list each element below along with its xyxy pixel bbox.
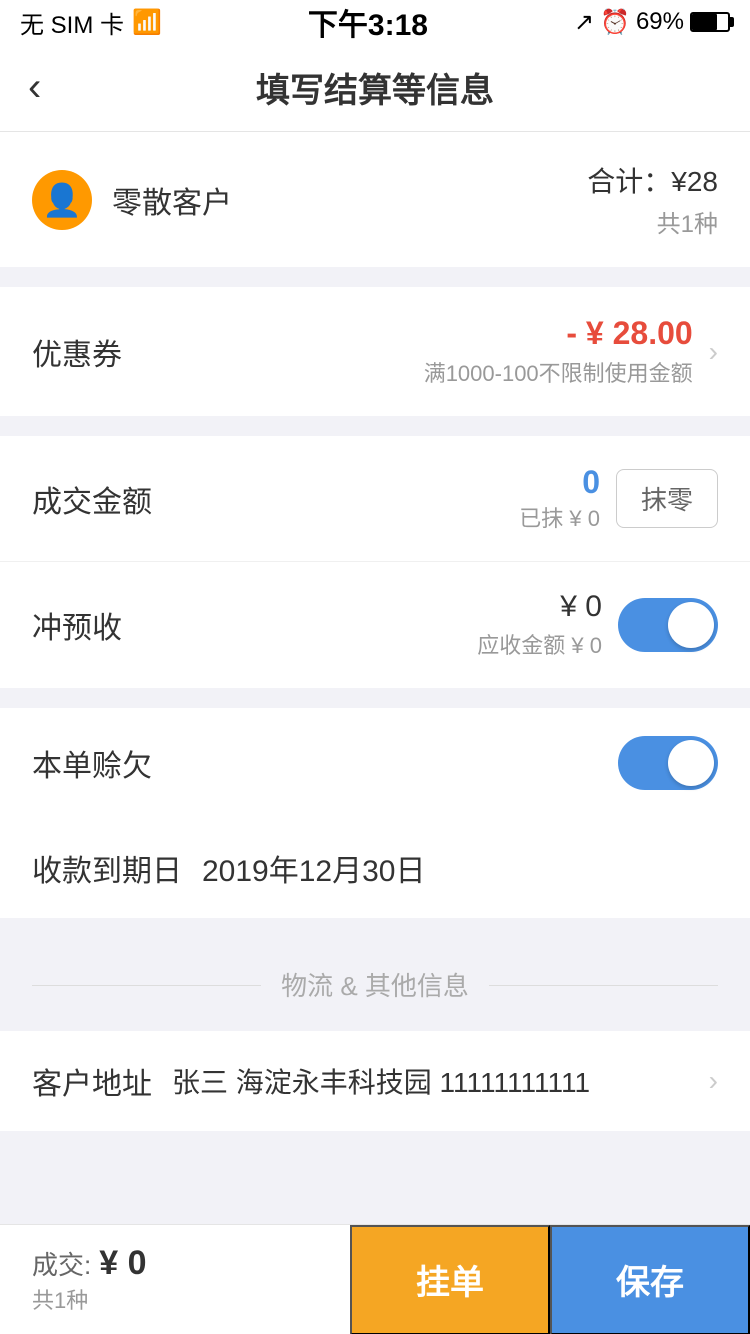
prepay-toggle[interactable]	[618, 598, 718, 652]
back-button[interactable]: ‹	[28, 65, 41, 110]
debt-label: 本单赊欠	[32, 741, 152, 785]
sim-label: 无 SIM 卡	[20, 5, 124, 40]
prepay-receivable: 应收金额 ¥ 0	[477, 628, 602, 660]
page-title: 填写结算等信息	[256, 63, 494, 112]
logistics-label: 物流 & 其他信息	[261, 966, 489, 1003]
address-section: 客户地址 张三 海淀永丰科技园 11111111111 ›	[0, 1031, 750, 1131]
prepay-info: ¥ 0 应收金额 ¥ 0	[477, 590, 602, 660]
debt-toggle-knob	[668, 740, 714, 786]
avatar: 👤	[32, 170, 92, 230]
bottom-count: 共1种	[32, 1283, 318, 1315]
bottom-trade-label: 成交:	[32, 1245, 91, 1282]
prepay-right: ¥ 0 应收金额 ¥ 0	[477, 590, 718, 660]
coupon-info: - ¥ 28.00 满1000-100不限制使用金额	[424, 315, 693, 388]
total-label: 合计：¥28	[587, 160, 718, 200]
avatar-icon: 👤	[42, 181, 82, 219]
battery-icon	[690, 12, 730, 32]
logistics-text: 物流 & 其他信息	[281, 971, 469, 1001]
status-left: 无 SIM 卡 📶	[20, 5, 162, 40]
trade-discounted: 已抹 ¥ 0	[519, 501, 600, 533]
trade-label: 成交金额	[32, 477, 152, 521]
coupon-row[interactable]: 优惠券 - ¥ 28.00 满1000-100不限制使用金额 ›	[0, 287, 750, 416]
prepay-label: 冲预收	[32, 603, 122, 647]
customer-row: 👤 零散客户 合计：¥28 共1种	[0, 132, 750, 267]
battery-label: 69%	[636, 8, 684, 36]
bottom-bar: 成交: ¥ 0 共1种 挂单 保存	[0, 1224, 750, 1334]
nav-bar: ‹ 填写结算等信息	[0, 44, 750, 132]
save-button[interactable]: 保存	[550, 1225, 750, 1334]
bottom-trade-amount: ¥ 0	[99, 1244, 146, 1283]
address-value: 张三 海淀永丰科技园 11111111111	[172, 1061, 709, 1101]
debt-toggle[interactable]	[618, 736, 718, 790]
prepay-amount: ¥ 0	[477, 590, 602, 624]
coupon-desc: 满1000-100不限制使用金额	[424, 356, 693, 388]
coupon-label: 优惠券	[32, 330, 122, 374]
trade-prepay-section: 成交金额 0 已抹 ¥ 0 抹零 冲预收 ¥ 0 应收金额 ¥ 0	[0, 436, 750, 688]
coupon-right: - ¥ 28.00 满1000-100不限制使用金额 ›	[424, 315, 718, 388]
customer-name: 零散客户	[112, 178, 232, 222]
status-bar: 无 SIM 卡 📶 下午3:18 ↗ ⏰ 69%	[0, 0, 750, 44]
due-label: 收款到期日	[32, 846, 182, 890]
pending-button[interactable]: 挂单	[350, 1225, 550, 1334]
coupon-amount: - ¥ 28.00	[424, 315, 693, 352]
customer-left: 👤 零散客户	[32, 170, 232, 230]
toggle-knob	[668, 602, 714, 648]
coupon-section: 优惠券 - ¥ 28.00 满1000-100不限制使用金额 ›	[0, 287, 750, 416]
address-label: 客户地址	[32, 1059, 152, 1103]
status-time: 下午3:18	[308, 0, 428, 44]
trade-amount: 0	[519, 464, 600, 501]
bottom-left: 成交: ¥ 0 共1种	[0, 1244, 350, 1315]
prepay-row: 冲预收 ¥ 0 应收金额 ¥ 0	[0, 562, 750, 688]
trade-right: 0 已抹 ¥ 0 抹零	[519, 464, 718, 533]
due-value: 2019年12月30日	[202, 846, 425, 890]
customer-total: 合计：¥28 共1种	[587, 160, 718, 239]
address-chevron-icon: ›	[709, 1065, 718, 1097]
debt-row: 本单赊欠	[0, 708, 750, 818]
wifi-icon: 📶	[132, 8, 162, 37]
logistics-header: 物流 & 其他信息	[0, 938, 750, 1031]
trade-row: 成交金额 0 已抹 ¥ 0 抹零	[0, 436, 750, 562]
chevron-right-icon: ›	[709, 336, 718, 368]
count-label: 共1种	[587, 204, 718, 239]
address-row[interactable]: 客户地址 张三 海淀永丰科技园 11111111111 ›	[0, 1031, 750, 1131]
alarm-icon: ⏰	[600, 8, 630, 37]
debt-section: 本单赊欠 收款到期日 2019年12月30日	[0, 708, 750, 918]
due-date-row: 收款到期日 2019年12月30日	[0, 818, 750, 918]
trade-info: 0 已抹 ¥ 0	[519, 464, 600, 533]
round-button[interactable]: 抹零	[616, 469, 718, 528]
customer-section: 👤 零散客户 合计：¥28 共1种	[0, 132, 750, 267]
location-icon: ↗	[574, 8, 594, 37]
status-right: ↗ ⏰ 69%	[574, 8, 730, 37]
